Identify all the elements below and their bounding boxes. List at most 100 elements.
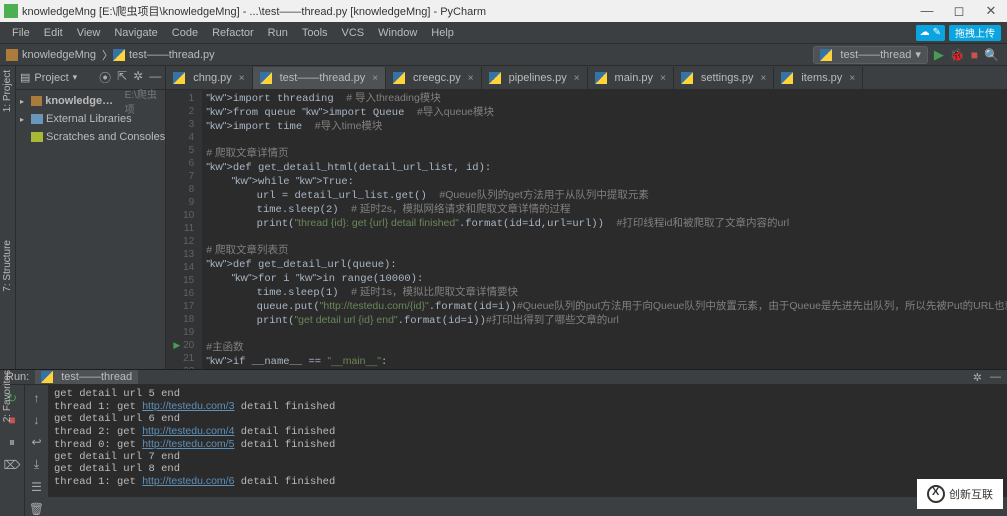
stop-button[interactable]: ■ — [971, 48, 978, 62]
tool-tab-structure[interactable]: 7: Structure — [0, 236, 15, 296]
nav-bar: knowledgeMng 〉 test——thread.py test——thr… — [0, 44, 1007, 66]
menu-vcs[interactable]: VCS — [336, 25, 371, 41]
watermark-text: 创新互联 — [949, 486, 993, 502]
run-config-label: test——thread — [840, 49, 911, 61]
tab-label: creegc.py — [413, 72, 461, 84]
close-icon[interactable]: × — [761, 73, 767, 84]
window-title: knowledgeMng [E:\爬虫项目\knowledgeMng] - ..… — [22, 3, 915, 19]
tree-node-scratches[interactable]: Scratches and Consoles — [16, 128, 165, 146]
tab-label: chng.py — [193, 72, 232, 84]
run-tool-window: Run: test——thread ✲ — ↻ ■ ⏸ ⌦ ↑ ↓ ↩ ⤓ ☰ … — [0, 369, 1007, 497]
down-button[interactable]: ↓ — [34, 413, 40, 427]
editor-tab[interactable]: items.py × — [774, 67, 863, 89]
tab-label: main.py — [615, 72, 654, 84]
editor-tab[interactable]: main.py × — [588, 67, 674, 89]
folder-icon — [31, 96, 43, 106]
close-icon[interactable]: × — [239, 73, 245, 84]
tree-node-project-root[interactable]: ▸ knowledgeMng E:\爬虫项 — [16, 92, 165, 110]
library-icon — [31, 114, 43, 124]
menu-file[interactable]: File — [6, 25, 36, 41]
menu-refactor[interactable]: Refactor — [206, 25, 260, 41]
code-editor[interactable]: "kw">import threading # 导入threading模块 "k… — [202, 90, 1007, 369]
cloud-status-icon[interactable]: ☁✎ — [916, 25, 945, 41]
python-file-icon — [260, 72, 272, 84]
tab-label: test——thread.py — [280, 72, 366, 84]
print-button[interactable]: ☰ — [31, 480, 42, 494]
python-file-icon — [681, 72, 693, 84]
project-view-label: Project — [34, 72, 68, 84]
close-button[interactable]: ✕ — [979, 3, 1003, 19]
soft-wrap-button[interactable]: ↩ — [31, 435, 41, 449]
breadcrumb-root[interactable]: knowledgeMng — [22, 49, 96, 61]
editor-tab[interactable]: creegc.py × — [386, 67, 482, 89]
scratches-icon — [31, 132, 43, 142]
run-button[interactable]: ▶ — [934, 47, 944, 63]
maximize-button[interactable]: ◻ — [947, 3, 971, 19]
folder-icon — [6, 49, 18, 61]
editor-tabs: chng.py × test——thread.py × creegc.py × pip… — [166, 66, 1007, 90]
python-file-icon — [173, 72, 185, 84]
menu-run[interactable]: Run — [262, 25, 294, 41]
hide-icon[interactable]: — — [990, 371, 1001, 384]
editor-tab[interactable]: pipelines.py× — [482, 67, 588, 89]
python-file-icon — [781, 72, 793, 84]
console-output[interactable]: get detail url 5 end thread 1: get http:… — [48, 385, 1007, 516]
close-icon[interactable]: × — [372, 73, 378, 84]
chevron-down-icon: ▾ — [915, 48, 921, 61]
close-icon[interactable]: × — [849, 73, 855, 84]
debug-button[interactable]: 🐞 — [950, 48, 965, 62]
upload-chip[interactable]: 拖拽上传 — [949, 25, 1001, 41]
app-icon — [4, 4, 18, 18]
settings-gear-icon[interactable]: ✲ — [973, 371, 982, 384]
tree-label: knowledgeMng — [45, 95, 121, 107]
pause-button[interactable]: ⏸ — [9, 435, 15, 450]
python-file-icon — [489, 72, 501, 84]
close-icon[interactable]: × — [574, 73, 580, 84]
menu-window[interactable]: Window — [372, 25, 423, 41]
tool-tab-favorites[interactable]: 2: Favorites — [0, 366, 15, 426]
collapse-all-icon[interactable]: ⇱ — [117, 69, 127, 86]
menu-edit[interactable]: Edit — [38, 25, 69, 41]
tree-path: E:\爬虫项 — [125, 86, 166, 116]
tab-label: settings.py — [701, 72, 754, 84]
settings-gear-icon[interactable]: ✲ — [133, 69, 143, 86]
run-config-selector[interactable]: test——thread ▾ — [813, 46, 927, 64]
python-file-icon — [820, 49, 832, 61]
watermark-logo-icon — [927, 485, 945, 503]
run-tab-label: test——thread — [61, 371, 132, 383]
left-gutter: 1: Project 7: Structure 2: Favorites — [0, 66, 16, 369]
close-icon[interactable]: × — [660, 73, 666, 84]
menu-code[interactable]: Code — [166, 25, 204, 41]
run-subtoolbar: ↑ ↓ ↩ ⤓ ☰ 🗑 — [24, 385, 48, 516]
menu-tools[interactable]: Tools — [296, 25, 334, 41]
tree-label: Scratches and Consoles — [46, 131, 165, 143]
python-file-icon — [41, 371, 53, 383]
python-file-icon — [595, 72, 607, 84]
project-tool-window: ▤Project▾ ⦿ ⇱ ✲ — ▸ knowledgeMng E:\爬虫项 … — [16, 66, 166, 369]
exit-button[interactable]: ⌦ — [4, 458, 21, 472]
trash-button[interactable]: 🗑 — [29, 502, 44, 516]
menu-navigate[interactable]: Navigate — [108, 25, 163, 41]
project-view-selector[interactable]: ▤Project▾ — [20, 71, 77, 84]
hide-icon[interactable]: — — [149, 69, 161, 86]
editor-area: chng.py × test——thread.py × creegc.py × pip… — [166, 66, 1007, 369]
run-tab[interactable]: test——thread — [35, 370, 138, 384]
close-icon[interactable]: × — [468, 73, 474, 84]
scroll-from-source-icon[interactable]: ⦿ — [99, 69, 111, 86]
python-file-icon — [393, 72, 405, 84]
tab-label: items.py — [801, 72, 842, 84]
editor-tab[interactable]: chng.py × — [166, 67, 252, 89]
minimize-button[interactable]: — — [915, 3, 939, 19]
python-file-icon — [113, 49, 125, 61]
editor-tab[interactable]: test——thread.py × — [253, 67, 386, 89]
menu-bar: File Edit View Navigate Code Refactor Ru… — [0, 22, 1007, 44]
editor-tab[interactable]: settings.py × — [674, 67, 774, 89]
scroll-to-end-button[interactable]: ⤓ — [34, 457, 39, 472]
search-everywhere-button[interactable]: 🔍 — [984, 48, 999, 62]
tool-tab-project[interactable]: 1: Project — [0, 66, 15, 116]
menu-view[interactable]: View — [71, 25, 107, 41]
menu-help[interactable]: Help — [425, 25, 460, 41]
breadcrumb-file[interactable]: test——thread.py — [129, 49, 215, 61]
window-titlebar: knowledgeMng [E:\爬虫项目\knowledgeMng] - ..… — [0, 0, 1007, 22]
up-button[interactable]: ↑ — [34, 391, 40, 405]
